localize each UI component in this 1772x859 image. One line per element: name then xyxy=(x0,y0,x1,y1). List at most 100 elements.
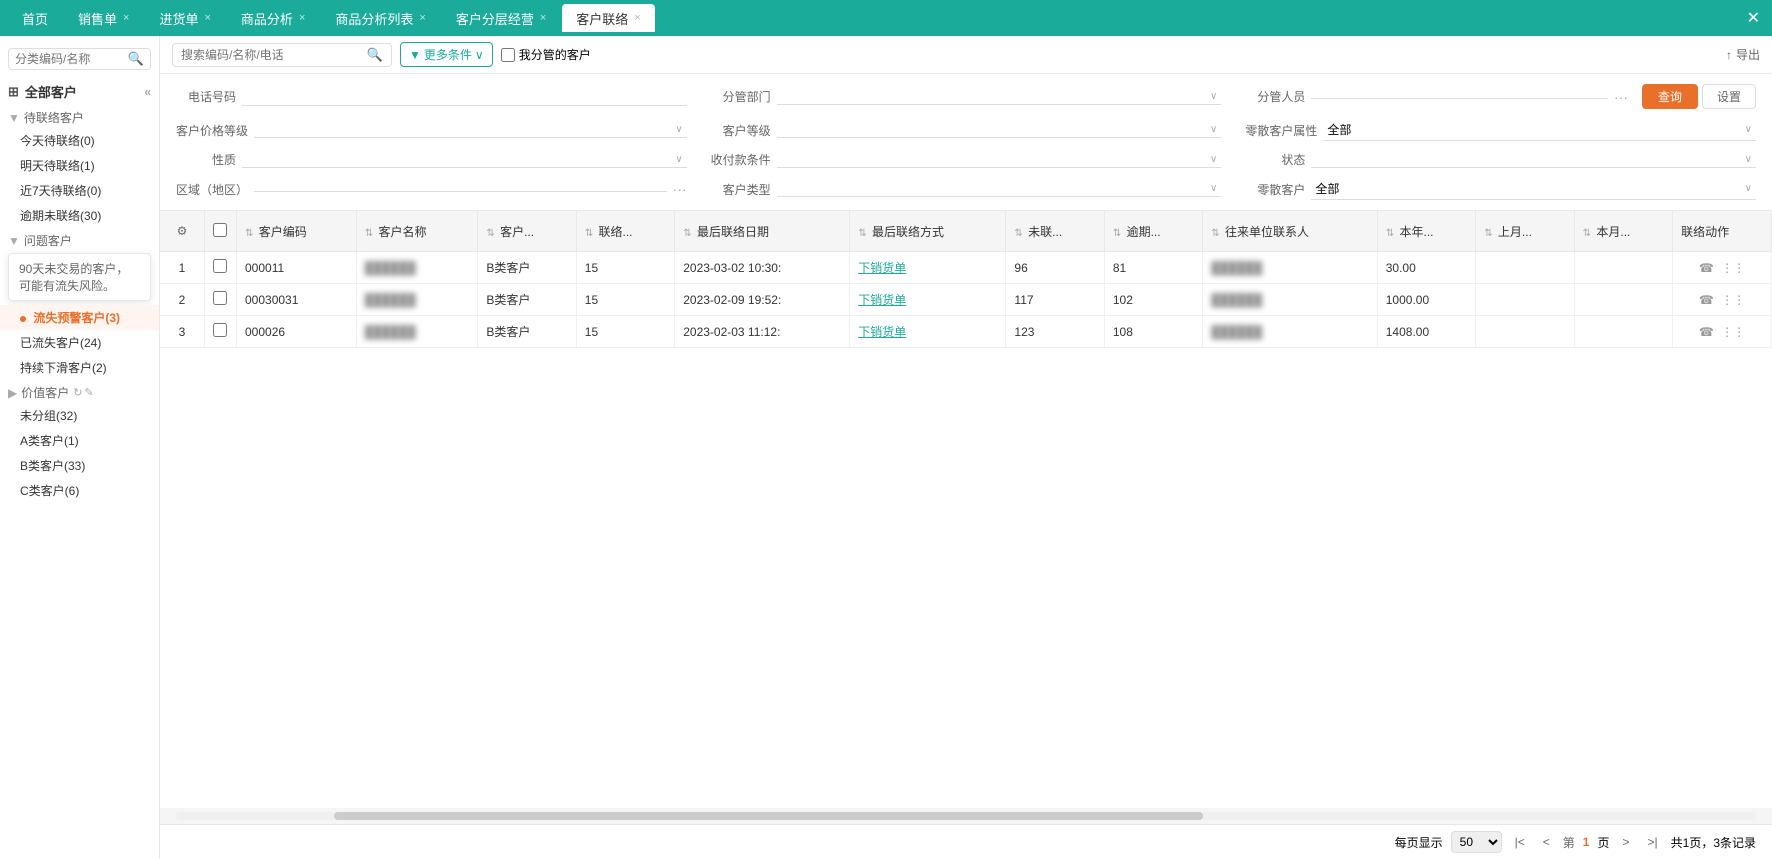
filter-dept-select[interactable]: ∨ xyxy=(777,89,1222,105)
filter-retail-attr-select[interactable]: 全部∨ xyxy=(1323,119,1756,141)
more-icon-1[interactable]: ⋮⋮ xyxy=(1721,293,1745,307)
per-page-select[interactable]: 50 100 xyxy=(1451,831,1502,853)
toolbar-search-input[interactable] xyxy=(181,48,367,62)
settings-button[interactable]: 设置 xyxy=(1702,84,1756,109)
my-customers-checkbox-label[interactable]: 我分管的客户 xyxy=(501,46,591,63)
tab-close-sales[interactable]: × xyxy=(123,12,129,24)
tab-purchase[interactable]: 进货单 × xyxy=(145,4,224,32)
sidebar-collapse-btn[interactable]: « xyxy=(144,85,151,99)
sort-lmonth-icon: ⇅ xyxy=(1484,228,1492,239)
tab-close-product-analysis-list[interactable]: × xyxy=(419,12,425,24)
window-close-button[interactable]: ✕ xyxy=(1743,4,1764,32)
filter-retail-attr: 零散客户属性 全部∨ xyxy=(1245,119,1756,141)
filter-region-dots[interactable]: ··· xyxy=(673,181,687,197)
th-last-month[interactable]: ⇅ 上月... xyxy=(1476,211,1574,252)
table-row: 2 00030031 ██████ B类客户 15 2023-02-09 19:… xyxy=(160,284,1772,316)
th-overdue[interactable]: ⇅ 逾期... xyxy=(1104,211,1202,252)
tab-customer-segment[interactable]: 客户分层经营 × xyxy=(442,4,560,32)
tab-home[interactable]: 首页 xyxy=(8,4,62,32)
tab-close-product-analysis[interactable]: × xyxy=(299,12,305,24)
filter-button[interactable]: ▼ 更多条件 ∨ xyxy=(400,42,493,67)
filter-nature-select[interactable]: ∨ xyxy=(242,152,687,168)
contact-icon-2[interactable]: ☎ xyxy=(1699,325,1714,339)
filter-payment-select[interactable]: ∨ xyxy=(777,152,1222,168)
my-customers-checkbox[interactable] xyxy=(501,48,515,62)
sidebar-item-churn-warning[interactable]: 流失预警客户(3) xyxy=(0,305,159,330)
filter-phone-input[interactable] xyxy=(242,87,687,106)
th-current-year[interactable]: ⇅ 本年... xyxy=(1377,211,1475,252)
tab-close-purchase[interactable]: × xyxy=(204,12,210,24)
th-current-month[interactable]: ⇅ 本月... xyxy=(1574,211,1672,252)
filter-customer-level-select[interactable]: ∨ xyxy=(777,122,1222,138)
th-contact-person[interactable]: ⇅ 往来单位联系人 xyxy=(1203,211,1377,252)
prev-page-button[interactable]: < xyxy=(1538,832,1555,852)
row-action-1[interactable]: ☎ ⋮⋮ xyxy=(1673,284,1772,316)
row-action-0[interactable]: ☎ ⋮⋮ xyxy=(1673,252,1772,284)
row-last-method-2[interactable]: 下销货单 xyxy=(850,316,1006,348)
sidebar-item-ungraded[interactable]: 未分组(32) xyxy=(0,403,159,428)
contact-icon-0[interactable]: ☎ xyxy=(1699,261,1714,275)
row-checkbox-2[interactable] xyxy=(205,316,237,348)
row-action-2[interactable]: ☎ ⋮⋮ xyxy=(1673,316,1772,348)
tab-close-customer-segment[interactable]: × xyxy=(540,12,546,24)
sidebar-item-a-class[interactable]: A类客户(1) xyxy=(0,428,159,453)
contact-icon-1[interactable]: ☎ xyxy=(1699,293,1714,307)
filter-status-select[interactable]: ∨ xyxy=(1311,152,1756,168)
tab-product-analysis[interactable]: 商品分析 × xyxy=(227,4,319,32)
more-icon-0[interactable]: ⋮⋮ xyxy=(1721,261,1745,275)
pagination: 每页显示 50 100 |< < 第 1 页 > >| 共1页，3条记录 xyxy=(160,824,1772,859)
row-checkbox-1[interactable] xyxy=(205,284,237,316)
th-name[interactable]: ⇅ 客户名称 xyxy=(356,211,478,252)
filter-price-level-select[interactable]: ∨ xyxy=(254,122,687,138)
sidebar-item-overdue-pending[interactable]: 逾期未联络(30) xyxy=(0,203,159,228)
query-button[interactable]: 查询 xyxy=(1642,84,1698,109)
toolbar-search-icon[interactable]: 🔍 xyxy=(367,47,383,63)
sidebar: 🔍 ⊞ 全部客户 « ▼ 待联络客户 今天待联络(0) 明天待联络(1) 近7天… xyxy=(0,36,160,859)
toolbar-search-box[interactable]: 🔍 xyxy=(172,43,392,67)
filter-manager-dots[interactable]: ··· xyxy=(1614,89,1628,105)
tab-product-analysis-list[interactable]: 商品分析列表 × xyxy=(321,4,439,32)
sidebar-item-7days-pending[interactable]: 近7天待联络(0) xyxy=(0,178,159,203)
filter-customer-type: 客户类型 ∨ xyxy=(711,178,1222,200)
first-page-button[interactable]: |< xyxy=(1510,832,1530,852)
export-button[interactable]: ↑ 导出 xyxy=(1726,46,1760,63)
th-type[interactable]: ⇅ 客户... xyxy=(478,211,576,252)
th-code[interactable]: ⇅ 客户编码 xyxy=(237,211,357,252)
th-uncontacted[interactable]: ⇅ 未联... xyxy=(1006,211,1104,252)
filter-retail-customer-select[interactable]: 全部∨ xyxy=(1311,178,1756,200)
last-page-button[interactable]: >| xyxy=(1643,832,1663,852)
filter-retail-customer-label: 零散客户 xyxy=(1245,181,1305,198)
tab-customer-contact[interactable]: 客户联络 × xyxy=(562,4,654,32)
sidebar-group-value[interactable]: ▶ 价值客户 ↻ ✎ xyxy=(0,380,159,403)
row-last-date-2: 2023-02-03 11:12: xyxy=(675,316,850,348)
table-settings-icon[interactable]: ⚙ xyxy=(168,217,196,245)
sidebar-item-today-pending[interactable]: 今天待联络(0) xyxy=(0,128,159,153)
row-cmonth-1 xyxy=(1574,284,1672,316)
sidebar-item-b-class[interactable]: B类客户(33) xyxy=(0,453,159,478)
sidebar-item-churned[interactable]: 已流失客户(24) xyxy=(0,330,159,355)
refresh-icon[interactable]: ↻ xyxy=(73,386,82,399)
sidebar-item-tomorrow-pending[interactable]: 明天待联络(1) xyxy=(0,153,159,178)
sidebar-group-problem[interactable]: ▼ 问题客户 xyxy=(0,228,159,251)
next-page-button[interactable]: > xyxy=(1618,832,1635,852)
edit-icon[interactable]: ✎ xyxy=(84,386,93,399)
tab-sales[interactable]: 销售单 × xyxy=(64,4,143,32)
sidebar-search-input[interactable] xyxy=(15,52,128,66)
row-last-method-0[interactable]: 下销货单 xyxy=(850,252,1006,284)
row-checkbox-0[interactable] xyxy=(205,252,237,284)
filter-customer-type-select[interactable]: ∨ xyxy=(777,181,1222,197)
row-overdue-0: 81 xyxy=(1104,252,1202,284)
sidebar-item-declining[interactable]: 持续下滑客户(2) xyxy=(0,355,159,380)
tab-close-customer-contact[interactable]: × xyxy=(634,12,640,24)
th-last-contact-method[interactable]: ⇅ 最后联络方式 xyxy=(850,211,1006,252)
th-contact-count[interactable]: ⇅ 联络... xyxy=(576,211,674,252)
sidebar-search-box[interactable]: 🔍 xyxy=(8,48,151,70)
th-last-contact-date[interactable]: ⇅ 最后联络日期 xyxy=(675,211,850,252)
row-last-method-1[interactable]: 下销货单 xyxy=(850,284,1006,316)
horizontal-scrollbar[interactable] xyxy=(176,812,1756,820)
select-all-checkbox[interactable] xyxy=(213,223,227,237)
sidebar-item-c-class[interactable]: C类客户(6) xyxy=(0,478,159,503)
sidebar-group-pending[interactable]: ▼ 待联络客户 xyxy=(0,105,159,128)
more-icon-2[interactable]: ⋮⋮ xyxy=(1721,325,1745,339)
sidebar-all-customers[interactable]: ⊞ 全部客户 « xyxy=(0,78,159,105)
